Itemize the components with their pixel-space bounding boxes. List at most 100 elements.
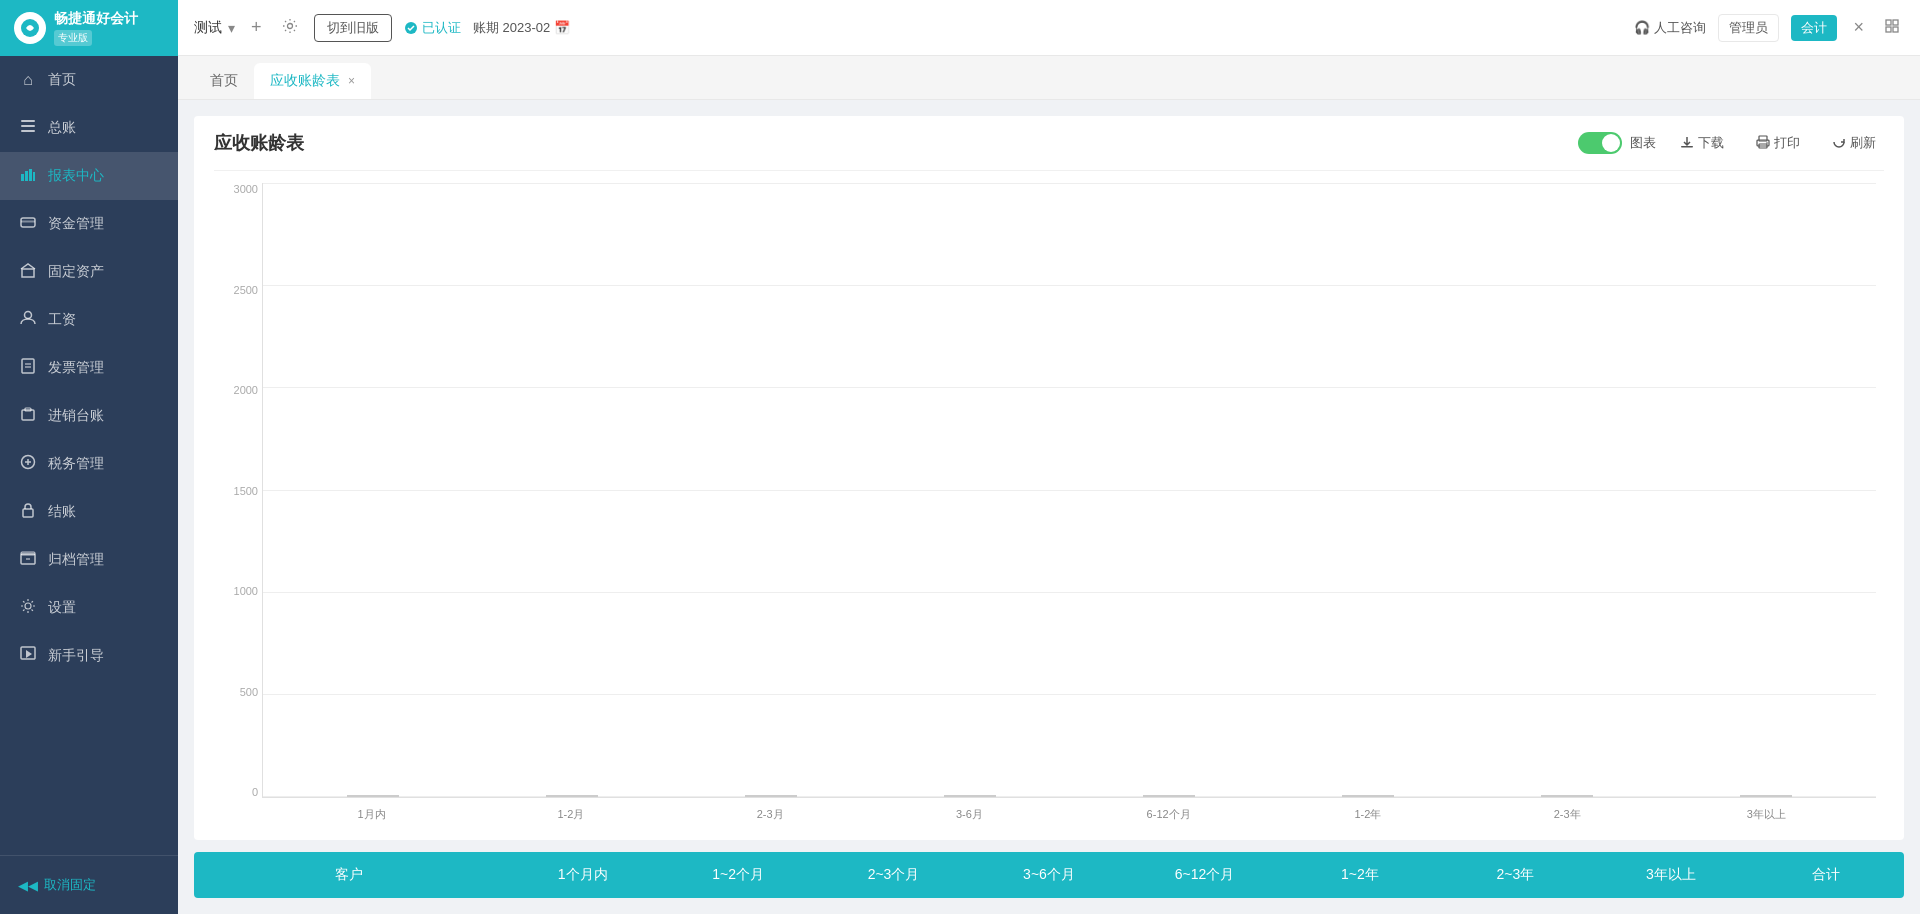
chart-toggle-label: 图表 bbox=[1630, 134, 1656, 152]
report-header: 应收账龄表 图表 下载 bbox=[214, 130, 1884, 171]
sidebar-item-ledger[interactable]: 总账 bbox=[0, 104, 178, 152]
sidebar-item-close[interactable]: 结账 bbox=[0, 488, 178, 536]
table-header-row: 客户 1个月内 1~2个月 2~3个月 3~6个月 6~12个月 1~2年 2~… bbox=[194, 852, 1904, 898]
payroll-icon bbox=[18, 310, 38, 330]
sidebar-item-archive[interactable]: 归档管理 bbox=[0, 536, 178, 584]
x-label-1m: 1月内 bbox=[346, 807, 398, 822]
content-area: 应收账龄表 图表 下载 bbox=[178, 100, 1920, 914]
sidebar-item-label: 新手引导 bbox=[48, 647, 104, 665]
period-value: 2023-02 bbox=[503, 20, 551, 35]
project-dropdown-icon[interactable]: ▾ bbox=[228, 20, 235, 36]
bar-group-3-6m bbox=[944, 795, 996, 797]
bar-1m bbox=[347, 795, 399, 797]
sidebar-item-inventory[interactable]: 进销台账 bbox=[0, 392, 178, 440]
project-settings-btn[interactable] bbox=[278, 14, 302, 42]
sidebar-item-label: 固定资产 bbox=[48, 263, 104, 281]
add-project-btn[interactable]: + bbox=[247, 13, 266, 42]
chart-toggle-switch[interactable] bbox=[1578, 132, 1622, 154]
bars-container bbox=[263, 183, 1876, 797]
sidebar-item-label: 归档管理 bbox=[48, 551, 104, 569]
window-expand-btn[interactable] bbox=[1880, 14, 1904, 42]
y-label-1500: 1500 bbox=[234, 485, 258, 497]
report-section: 应收账龄表 图表 下载 bbox=[194, 116, 1904, 840]
tax-icon bbox=[18, 454, 38, 474]
calendar-icon[interactable]: 📅 bbox=[554, 20, 570, 35]
table-header-3-6m: 3~6个月 bbox=[971, 852, 1126, 898]
sidebar-item-label: 进销台账 bbox=[48, 407, 104, 425]
tab-ar-aging[interactable]: 应收账龄表 × bbox=[254, 63, 371, 99]
report-title: 应收账龄表 bbox=[214, 131, 304, 155]
certified-badge: 已认证 bbox=[404, 19, 461, 37]
home-icon: ⌂ bbox=[18, 71, 38, 89]
table-header-2-3m: 2~3个月 bbox=[816, 852, 971, 898]
bar-6-12m bbox=[1143, 795, 1195, 797]
inventory-icon bbox=[18, 406, 38, 426]
download-btn[interactable]: 下载 bbox=[1672, 130, 1732, 156]
bar-group-1m bbox=[347, 795, 399, 797]
sidebar-collapse-btn[interactable]: ◀◀ 取消固定 bbox=[0, 866, 178, 904]
bar-group-1-2y bbox=[1342, 795, 1394, 797]
svg-rect-5 bbox=[25, 171, 28, 181]
sidebar-bottom: ◀◀ 取消固定 bbox=[0, 855, 178, 914]
sidebar-item-report[interactable]: 报表中心 bbox=[0, 152, 178, 200]
chart-y-axis: 0 500 1000 1500 2000 2500 3000 bbox=[214, 183, 258, 798]
tab-home[interactable]: 首页 bbox=[194, 63, 254, 99]
settings-icon bbox=[18, 598, 38, 618]
table-header-customer: 客户 bbox=[194, 852, 505, 898]
y-label-0: 0 bbox=[252, 786, 258, 798]
x-label-1-2y: 1-2年 bbox=[1342, 807, 1394, 822]
svg-rect-29 bbox=[1886, 27, 1891, 32]
consult-btn[interactable]: 🎧 人工咨询 bbox=[1634, 19, 1706, 37]
sidebar-item-guide[interactable]: 新手引导 bbox=[0, 632, 178, 680]
svg-rect-28 bbox=[1893, 20, 1898, 25]
table-header-1-2y: 1~2年 bbox=[1282, 852, 1437, 898]
print-label: 打印 bbox=[1774, 134, 1800, 152]
chart-toggle-group: 图表 bbox=[1578, 132, 1656, 154]
sidebar-item-tax[interactable]: 税务管理 bbox=[0, 440, 178, 488]
svg-rect-1 bbox=[21, 120, 35, 122]
close-accounts-icon bbox=[18, 502, 38, 522]
sidebar-item-payroll[interactable]: 工资 bbox=[0, 296, 178, 344]
svg-rect-2 bbox=[21, 125, 35, 127]
svg-marker-24 bbox=[26, 650, 32, 658]
svg-rect-30 bbox=[1893, 27, 1898, 32]
sidebar-item-asset[interactable]: 固定资产 bbox=[0, 248, 178, 296]
svg-rect-27 bbox=[1886, 20, 1891, 25]
headset-icon: 🎧 bbox=[1634, 20, 1650, 35]
bar-group-6-12m bbox=[1143, 795, 1195, 797]
user-btn[interactable]: 管理员 bbox=[1718, 14, 1779, 42]
fund-icon bbox=[18, 214, 38, 234]
sidebar-item-home[interactable]: ⌂ 首页 bbox=[0, 56, 178, 104]
svg-rect-12 bbox=[22, 359, 34, 373]
asset-icon bbox=[18, 262, 38, 282]
sidebar-nav: ⌂ 首页 总账 报表中心 资金管理 固定资产 bbox=[0, 56, 178, 855]
logo-name: 畅捷通好会计 bbox=[54, 10, 138, 27]
svg-point-25 bbox=[287, 23, 292, 28]
table-header-1-2m: 1~2个月 bbox=[660, 852, 815, 898]
x-label-3-6m: 3-6月 bbox=[943, 807, 995, 822]
consult-label: 人工咨询 bbox=[1654, 19, 1706, 37]
window-close-btn[interactable]: × bbox=[1849, 13, 1868, 42]
topbar-right: 🎧 人工咨询 管理员 会计 × bbox=[1634, 13, 1904, 42]
chart-area: 0 500 1000 1500 2000 2500 3000 bbox=[214, 183, 1884, 828]
switch-old-version-btn[interactable]: 切到旧版 bbox=[314, 14, 392, 42]
sidebar-item-settings[interactable]: 设置 bbox=[0, 584, 178, 632]
bar-group-2-3y bbox=[1541, 795, 1593, 797]
bar-3y-plus bbox=[1740, 795, 1792, 797]
x-label-1-2m: 1-2月 bbox=[545, 807, 597, 822]
tab-ar-aging-close[interactable]: × bbox=[348, 74, 355, 88]
sidebar-item-label: 发票管理 bbox=[48, 359, 104, 377]
sidebar: 畅捷通好会计 专业版 ⌂ 首页 总账 报表中心 资金管理 bbox=[0, 0, 178, 914]
x-label-2-3y: 2-3年 bbox=[1541, 807, 1593, 822]
table-section: 客户 1个月内 1~2个月 2~3个月 3~6个月 6~12个月 1~2年 2~… bbox=[194, 852, 1904, 898]
sidebar-logo: 畅捷通好会计 专业版 bbox=[0, 0, 178, 56]
archive-icon bbox=[18, 550, 38, 570]
y-label-1000: 1000 bbox=[234, 585, 258, 597]
print-btn[interactable]: 打印 bbox=[1748, 130, 1808, 156]
project-name: 测试 ▾ bbox=[194, 19, 235, 37]
sidebar-item-invoice[interactable]: 发票管理 bbox=[0, 344, 178, 392]
refresh-btn[interactable]: 刷新 bbox=[1824, 130, 1884, 156]
sidebar-item-fund[interactable]: 资金管理 bbox=[0, 200, 178, 248]
role-btn[interactable]: 会计 bbox=[1791, 15, 1837, 41]
topbar: 测试 ▾ + 切到旧版 已认证 账期 2023-02 📅 🎧 人工咨询 管理员 … bbox=[178, 0, 1920, 56]
